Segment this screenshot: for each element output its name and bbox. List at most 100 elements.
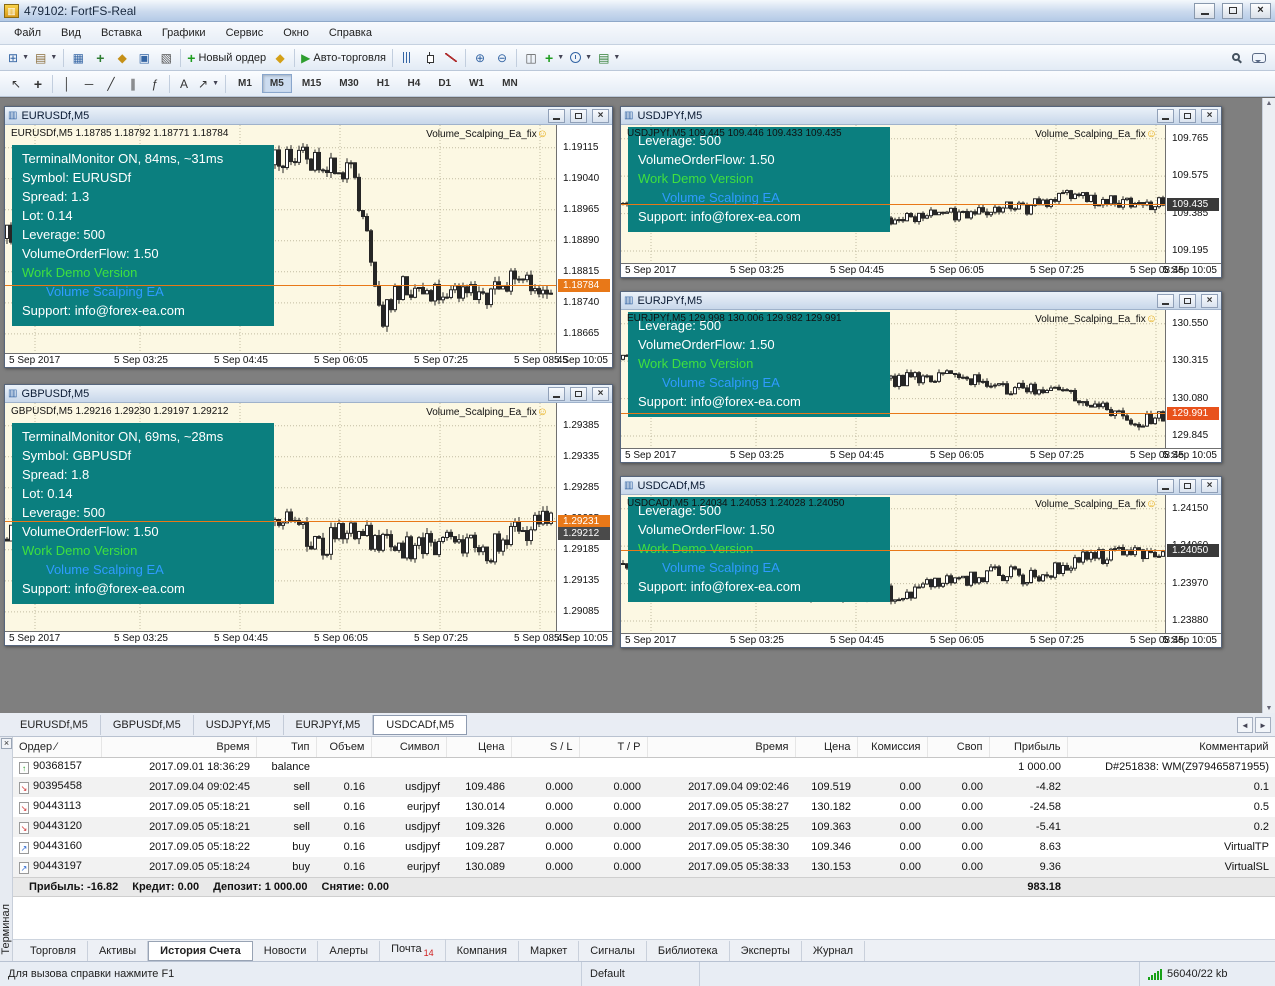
tile-windows-button[interactable]: ◫ <box>520 48 542 68</box>
status-profile[interactable]: Default <box>582 962 700 986</box>
profiles-button[interactable]: ▤ ▼ <box>32 48 60 68</box>
time-axis[interactable]: 5 Sep 2017 5 Sep 03:25 5 Sep 04:45 5 Sep 06… <box>621 633 1221 647</box>
terminal-tab-алерты[interactable]: Алерты <box>318 940 381 961</box>
price-scale[interactable]: 1.241501.240601.239701.238801.24050 <box>1165 495 1221 633</box>
price-scale[interactable]: 1.293851.293351.292851.292351.291851.291… <box>556 403 612 631</box>
column-header-8[interactable]: Время <box>647 737 796 758</box>
terminal-tab-торговля[interactable]: Торговля <box>19 940 88 961</box>
price-scale[interactable]: 109.765 109.575 109.385 109.195 109.435 <box>1165 125 1221 263</box>
chart-close-button[interactable]: × <box>1201 293 1218 308</box>
terminal-tab-библиотека[interactable]: Библиотека <box>647 940 730 961</box>
chat-button[interactable] <box>1248 48 1270 68</box>
horizontal-line-button[interactable]: ─ <box>78 74 100 94</box>
chart-tab-gbpusdf[interactable]: GBPUSDf,M5 <box>101 714 194 735</box>
tab-scroll-left-button[interactable]: ◄ <box>1237 717 1253 733</box>
text-button[interactable]: A <box>173 74 195 94</box>
timeframe-d1-button[interactable]: D1 <box>430 74 459 93</box>
chart-window-titlebar[interactable]: ▥ USDJPYf,M5 × <box>621 107 1221 125</box>
column-header-5[interactable]: Цена <box>446 737 512 758</box>
channel-button[interactable]: ∥ <box>122 74 144 94</box>
new-chart-button[interactable]: ⊞ ▼ <box>5 48 32 68</box>
chart-close-button[interactable]: × <box>1201 478 1218 493</box>
column-header-0[interactable]: Ордер ∕ <box>13 737 102 758</box>
menu-item-сервис[interactable]: Сервис <box>216 24 274 42</box>
terminal-tab-новости[interactable]: Новости <box>253 940 319 961</box>
timeframe-w1-button[interactable]: W1 <box>461 74 492 93</box>
column-header-1[interactable]: Время <box>101 737 257 758</box>
chart-minimize-button[interactable] <box>1157 108 1174 123</box>
fibonacci-button[interactable]: ƒ <box>144 74 166 94</box>
menu-item-справка[interactable]: Справка <box>319 24 382 42</box>
timeframe-m30-button[interactable]: M30 <box>331 74 366 93</box>
timeframe-h4-button[interactable]: H4 <box>400 74 429 93</box>
search-button[interactable] <box>1226 48 1248 68</box>
arrow-tool-button[interactable]: ↗ ▼ <box>195 74 222 94</box>
templates-button[interactable]: ▤ ▼ <box>595 48 623 68</box>
chart-restore-button[interactable] <box>570 386 587 401</box>
chart-restore-button[interactable] <box>1179 293 1196 308</box>
history-row[interactable]: ↗ 90443197 2017.09.05 05:18:24 buy 0.16 eurjp… <box>13 857 1275 877</box>
time-axis[interactable]: 5 Sep 2017 5 Sep 03:25 5 Sep 04:45 5 Sep 06… <box>5 631 612 645</box>
vertical-line-button[interactable]: │ <box>56 74 78 94</box>
timeframe-mn-button[interactable]: MN <box>494 74 526 93</box>
periods-button[interactable]: ▼ <box>567 48 595 68</box>
terminal-button[interactable]: ▣ <box>133 48 155 68</box>
chart-minimize-button[interactable] <box>548 386 565 401</box>
timeframe-m5-button[interactable]: M5 <box>261 74 292 93</box>
column-header-10[interactable]: Комиссия <box>857 737 928 758</box>
column-header-13[interactable]: Комментарий <box>1067 737 1275 758</box>
menu-item-файл[interactable]: Файл <box>4 24 51 42</box>
menu-item-графики[interactable]: Графики <box>152 24 216 42</box>
column-header-4[interactable]: Символ <box>371 737 447 758</box>
crosshair-button[interactable]: + <box>27 74 49 94</box>
indicators-button[interactable]: + ▼ <box>542 48 567 68</box>
metaeditor-button[interactable]: ◆ <box>269 48 291 68</box>
chart-minimize-button[interactable] <box>548 108 565 123</box>
column-header-6[interactable]: S / L <box>511 737 580 758</box>
history-row[interactable]: ↘ 90395458 2017.09.04 09:02:45 sell 0.16 usdj… <box>13 777 1275 797</box>
chart-window-titlebar[interactable]: ▥ GBPUSDf,M5 × <box>5 385 612 403</box>
terminal-tab-компания[interactable]: Компания <box>446 940 519 961</box>
terminal-tab-сигналы[interactable]: Сигналы <box>579 940 647 961</box>
terminal-tab-почта[interactable]: Почта 14 <box>380 939 446 962</box>
chart-window-titlebar[interactable]: ▥ USDCADf,M5 × <box>621 477 1221 495</box>
market-watch-button[interactable]: ▦ <box>67 48 89 68</box>
close-button[interactable]: × <box>1250 2 1271 19</box>
chart-restore-button[interactable] <box>1179 108 1196 123</box>
history-row[interactable]: ↗ 90443160 2017.09.05 05:18:22 buy 0.16 usdjp… <box>13 837 1275 857</box>
timeframe-h1-button[interactable]: H1 <box>369 74 398 93</box>
trendline-button[interactable]: ╱ <box>100 74 122 94</box>
history-row[interactable]: ↘ 90443120 2017.09.05 05:18:21 sell 0.16 usdj… <box>13 817 1275 837</box>
menu-item-вид[interactable]: Вид <box>51 24 91 42</box>
column-header-12[interactable]: Прибыль <box>989 737 1068 758</box>
mdi-scrollbar[interactable]: ▲ ▼ <box>1262 98 1275 714</box>
chart-close-button[interactable]: × <box>592 386 609 401</box>
terminal-close-button[interactable]: × <box>1 738 12 749</box>
chart-close-button[interactable]: × <box>1201 108 1218 123</box>
time-axis[interactable]: 5 Sep 2017 5 Sep 03:25 5 Sep 04:45 5 Sep 06… <box>621 263 1221 277</box>
chart-tab-usdcadf[interactable]: USDCADf,M5 <box>373 714 468 735</box>
minimize-button[interactable] <box>1194 2 1215 19</box>
chart-tab-eurjpyf[interactable]: EURJPYf,M5 <box>284 714 374 735</box>
terminal-tab-эксперты[interactable]: Эксперты <box>730 940 802 961</box>
history-row[interactable]: ↑ 90368157 2017.09.01 18:36:29 balance 1 000… <box>13 757 1275 777</box>
chart-window-titlebar[interactable]: ▥ EURUSDf,M5 × <box>5 107 612 125</box>
column-header-7[interactable]: T / P <box>579 737 648 758</box>
price-scale[interactable]: 130.550 130.315 130.080 129.845 129.991 <box>1165 310 1221 448</box>
chart-restore-button[interactable] <box>1179 478 1196 493</box>
zoom-in-button[interactable]: ⊕ <box>469 48 491 68</box>
chart-bars-button[interactable] <box>396 48 418 68</box>
window-titlebar[interactable]: ▥ 479102: FortFS-Real × <box>0 0 1275 22</box>
maximize-button[interactable] <box>1222 2 1243 19</box>
price-scale[interactable]: 1.19115 1.19040 1.18965 1.18890 1.18815 1.187… <box>556 125 612 353</box>
timeframe-m15-button[interactable]: M15 <box>294 74 329 93</box>
menu-item-вставка[interactable]: Вставка <box>91 24 152 42</box>
strategy-tester-button[interactable]: ▧ <box>155 48 177 68</box>
history-row[interactable]: ↘ 90443113 2017.09.05 05:18:21 sell 0.16 eurj… <box>13 797 1275 817</box>
menu-item-окно[interactable]: Окно <box>273 24 319 42</box>
time-axis[interactable]: 5 Sep 2017 5 Sep 03:25 5 Sep 04:45 5 Sep 06… <box>5 353 612 367</box>
chart-tab-usdjpyf[interactable]: USDJPYf,M5 <box>194 714 284 735</box>
column-header-2[interactable]: Тип <box>256 737 317 758</box>
cursor-button[interactable]: ↖ <box>5 74 27 94</box>
terminal-tab-история-счета[interactable]: История Счета <box>148 940 253 961</box>
